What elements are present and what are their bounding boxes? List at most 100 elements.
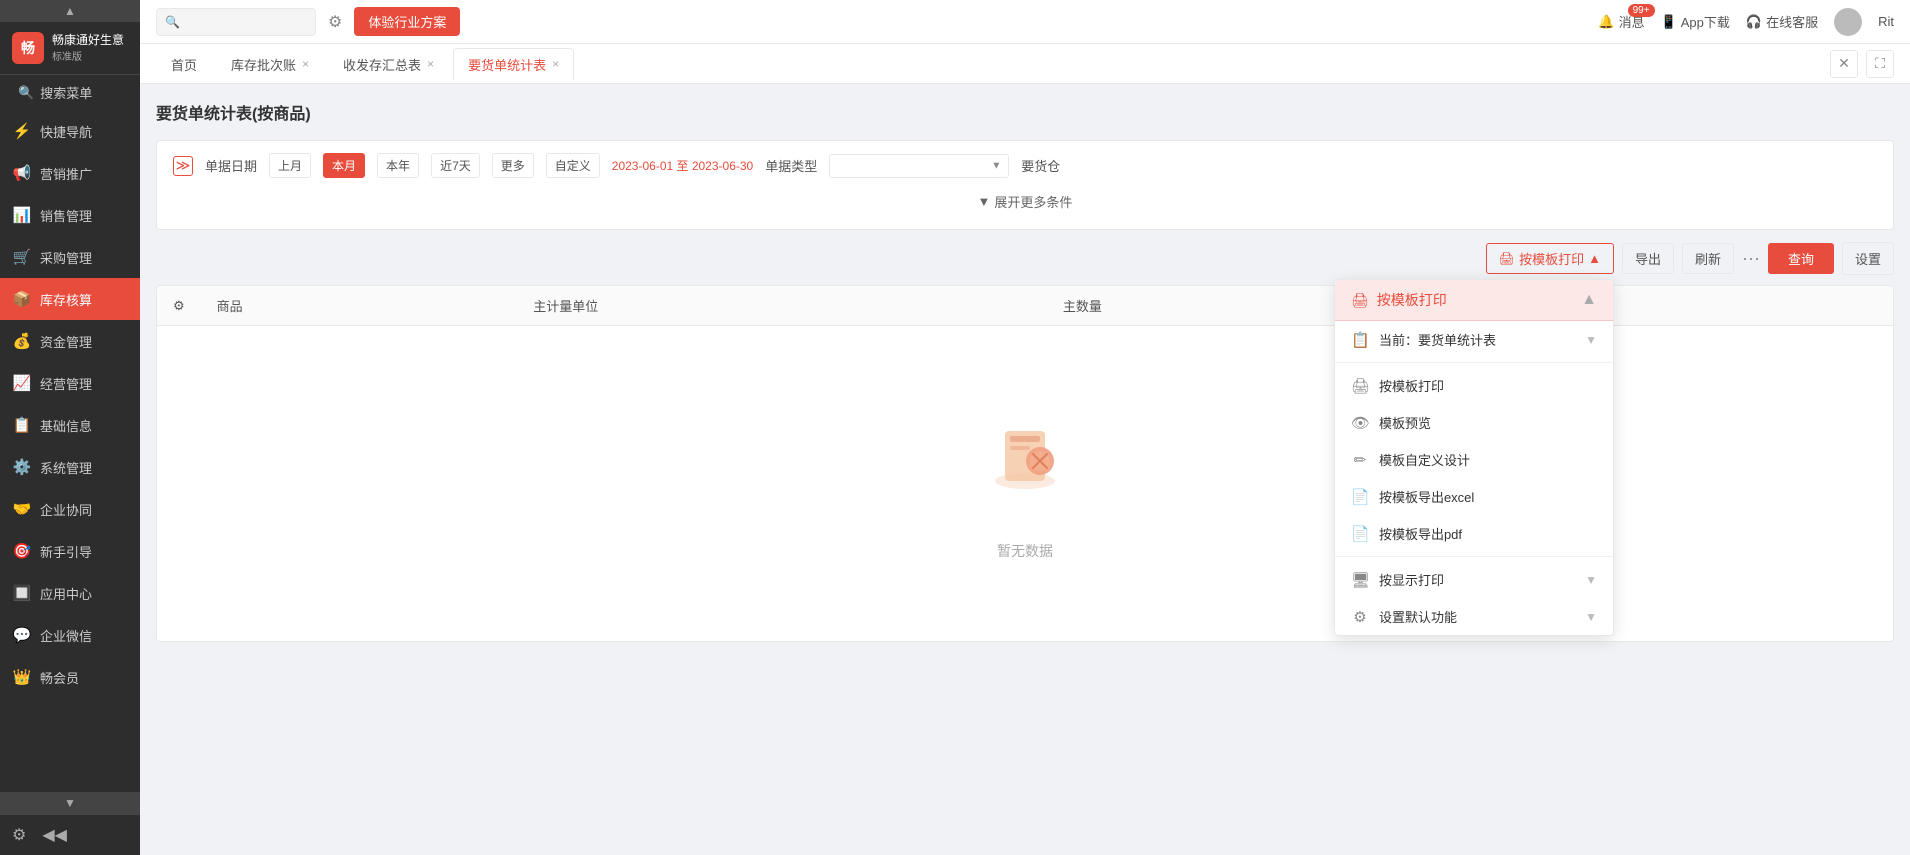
sidebar-item-enterprise[interactable]: 🤝 企业协同 — [0, 488, 140, 530]
sidebar-item-marketing[interactable]: 📢 营销推广 — [0, 152, 140, 194]
type-select-wrapper — [829, 154, 1009, 178]
sidebar-item-purchase[interactable]: 🛒 采购管理 — [0, 236, 140, 278]
newbie-label: 新手引导 — [40, 542, 92, 561]
tab-batch-account-close[interactable]: × — [302, 57, 309, 71]
print-btn-container: 🖨 按模板打印 ▲ 🖨 按模板打印 ▲ 📋 当前：要货 — [1486, 243, 1614, 274]
dropdown-item-template-custom[interactable]: ✏ 模板自定义设计 — [1335, 441, 1613, 478]
tab-order-stats[interactable]: 要货单统计表 × — [453, 48, 574, 80]
tab-maximize-btn[interactable]: ⛶ — [1866, 50, 1894, 78]
current-template-label: 当前：要货单统计表 — [1379, 330, 1575, 349]
tab-receipts-summary-close[interactable]: × — [427, 57, 434, 71]
default-function-icon: ⚙ — [1351, 608, 1369, 626]
sidebar-item-system[interactable]: ⚙️ 系统管理 — [0, 446, 140, 488]
dropdown-close-icon[interactable]: ▲ — [1581, 291, 1597, 309]
messages-button[interactable]: 🔔 消息 99+ — [1598, 12, 1644, 31]
tab-receipts-summary[interactable]: 收发存汇总表 × — [328, 48, 449, 80]
table-area: ⚙ 商品 主计量单位 主数量 零售金额 — [156, 285, 1894, 642]
app-download-button[interactable]: 📱 App下载 — [1661, 12, 1730, 31]
tab-batch-account[interactable]: 库存批次账 × — [216, 48, 324, 80]
date-btn-custom[interactable]: 自定义 — [546, 153, 600, 178]
type-filter-label: 单据类型 — [765, 156, 817, 175]
purchase-icon: 🛒 — [12, 247, 32, 267]
settings-bottom-icon[interactable]: ⚙ — [12, 825, 26, 845]
dropdown-item-export-pdf[interactable]: 📄 按模板导出pdf — [1335, 515, 1613, 552]
settings-button[interactable]: 设置 — [1842, 242, 1894, 275]
bell-icon: 🔔 — [1598, 14, 1614, 30]
sidebar-item-operations[interactable]: 📈 经营管理 — [0, 362, 140, 404]
member-icon: 👑 — [12, 667, 32, 687]
template-print-icon: 🖨 — [1351, 377, 1369, 395]
table-header-row: ⚙ 商品 主计量单位 主数量 零售金额 — [157, 286, 1893, 326]
tab-home-label: 首页 — [171, 55, 197, 74]
print-dropdown-arrow: ▲ — [1588, 251, 1601, 266]
logo-icon: 畅 — [12, 32, 44, 64]
date-filter-label: 单据日期 — [205, 156, 257, 175]
app-download-label: App下载 — [1681, 12, 1730, 31]
wechat-label: 企业微信 — [40, 626, 92, 645]
current-template-icon: 📋 — [1351, 331, 1369, 349]
filter-expand-label: 展开更多条件 — [994, 192, 1072, 211]
sidebar-item-app-center[interactable]: 🔲 应用中心 — [0, 572, 140, 614]
app-center-icon: 🔲 — [12, 583, 32, 603]
refresh-button[interactable]: 刷新 — [1682, 243, 1734, 274]
date-btn-last-month[interactable]: 上月 — [269, 153, 311, 178]
dropdown-item-display-print[interactable]: 🖥 按显示打印 ▼ — [1335, 561, 1613, 598]
dropdown-header: 🖨 按模板打印 ▲ — [1335, 280, 1613, 321]
topbar-gear-icon[interactable]: ⚙ — [328, 12, 342, 32]
date-btn-this-year[interactable]: 本年 — [377, 153, 419, 178]
type-select[interactable] — [829, 154, 1009, 178]
tabbar: 首页 库存批次账 × 收发存汇总表 × 要货单统计表 × ✕ ⛶ — [140, 44, 1910, 84]
sidebar-item-basic[interactable]: 📋 基础信息 — [0, 404, 140, 446]
query-button[interactable]: 查询 — [1768, 243, 1834, 274]
system-icon: ⚙️ — [12, 457, 32, 477]
date-btn-last-7-days[interactable]: 近7天 — [431, 153, 480, 178]
sidebar-item-wechat[interactable]: 💬 企业微信 — [0, 614, 140, 656]
sidebar-logo: 畅 畅康通好生意 标准版 — [0, 22, 140, 75]
dropdown-item-template-preview[interactable]: 👁 模板预览 — [1335, 404, 1613, 441]
print-template-button[interactable]: 🖨 按模板打印 ▲ — [1486, 243, 1614, 274]
tab-home[interactable]: 首页 — [156, 48, 212, 80]
audio-bottom-icon[interactable]: ◀◀ — [42, 825, 67, 845]
trial-button[interactable]: 体验行业方案 — [354, 7, 460, 36]
sidebar-item-quick-nav[interactable]: ⚡ 快捷导航 — [0, 110, 140, 152]
user-avatar[interactable] — [1834, 8, 1862, 36]
dropdown-item-template-print[interactable]: 🖨 按模板打印 — [1335, 367, 1613, 404]
quick-nav-label: 快捷导航 — [40, 122, 92, 141]
sidebar-item-sales[interactable]: 📊 销售管理 — [0, 194, 140, 236]
tab-receipts-summary-label: 收发存汇总表 — [343, 55, 421, 74]
sidebar-item-inventory[interactable]: 📦 库存核算 — [0, 278, 140, 320]
current-template-item[interactable]: 📋 当前：要货单统计表 ▼ — [1335, 321, 1613, 358]
more-button[interactable]: ··· — [1742, 248, 1760, 269]
tab-order-stats-close[interactable]: × — [552, 57, 559, 71]
tab-actions: ✕ ⛶ — [1830, 50, 1894, 78]
finance-icon: 💰 — [12, 331, 32, 351]
default-function-arrow: ▼ — [1585, 610, 1597, 624]
sidebar-item-finance[interactable]: 💰 资金管理 — [0, 320, 140, 362]
empty-state: 暂无数据 — [157, 326, 1893, 641]
basic-icon: 📋 — [12, 415, 32, 435]
dropdown-item-default-function[interactable]: ⚙ 设置默认功能 ▼ — [1335, 598, 1613, 635]
tab-close-btn[interactable]: ✕ — [1830, 50, 1858, 78]
topbar-search-box[interactable]: 🔍 — [156, 8, 316, 36]
dropdown-title: 🖨 按模板打印 — [1351, 290, 1447, 310]
dropdown-item-export-excel[interactable]: 📄 按模板导出excel — [1335, 478, 1613, 515]
system-label: 系统管理 — [40, 458, 92, 477]
chevron-down-icon: ▼ — [978, 194, 991, 209]
filter-expand-toggle[interactable]: ≫ — [173, 156, 193, 176]
sidebar-search[interactable]: 🔍 搜索菜单 — [0, 75, 140, 110]
sidebar-scroll-up[interactable]: ▲ — [0, 0, 140, 22]
filter-expand-btn[interactable]: ▼ 展开更多条件 — [173, 186, 1877, 217]
dropdown-title-label: 按模板打印 — [1377, 290, 1447, 310]
online-service-button[interactable]: 🎧 在线客服 — [1746, 12, 1818, 31]
tab-order-stats-label: 要货单统计表 — [468, 55, 546, 74]
sidebar-item-newbie[interactable]: 🎯 新手引导 — [0, 530, 140, 572]
date-btn-this-month[interactable]: 本月 — [323, 153, 365, 178]
enterprise-label: 企业协同 — [40, 500, 92, 519]
print-dropdown-menu: 🖨 按模板打印 ▲ 📋 当前：要货单统计表 ▼ 🖨 按模板打印 — [1334, 279, 1614, 636]
col-settings[interactable]: ⚙ — [157, 286, 201, 326]
date-btn-more[interactable]: 更多 — [492, 153, 534, 178]
export-button[interactable]: 导出 — [1622, 243, 1674, 274]
sidebar-scroll-down[interactable]: ▼ — [0, 792, 140, 814]
sidebar-item-member[interactable]: 👑 畅会员 — [0, 656, 140, 698]
sidebar-nav: ⚡ 快捷导航 📢 营销推广 📊 销售管理 🛒 采购管理 📦 库存核算 💰 资金管… — [0, 110, 140, 792]
